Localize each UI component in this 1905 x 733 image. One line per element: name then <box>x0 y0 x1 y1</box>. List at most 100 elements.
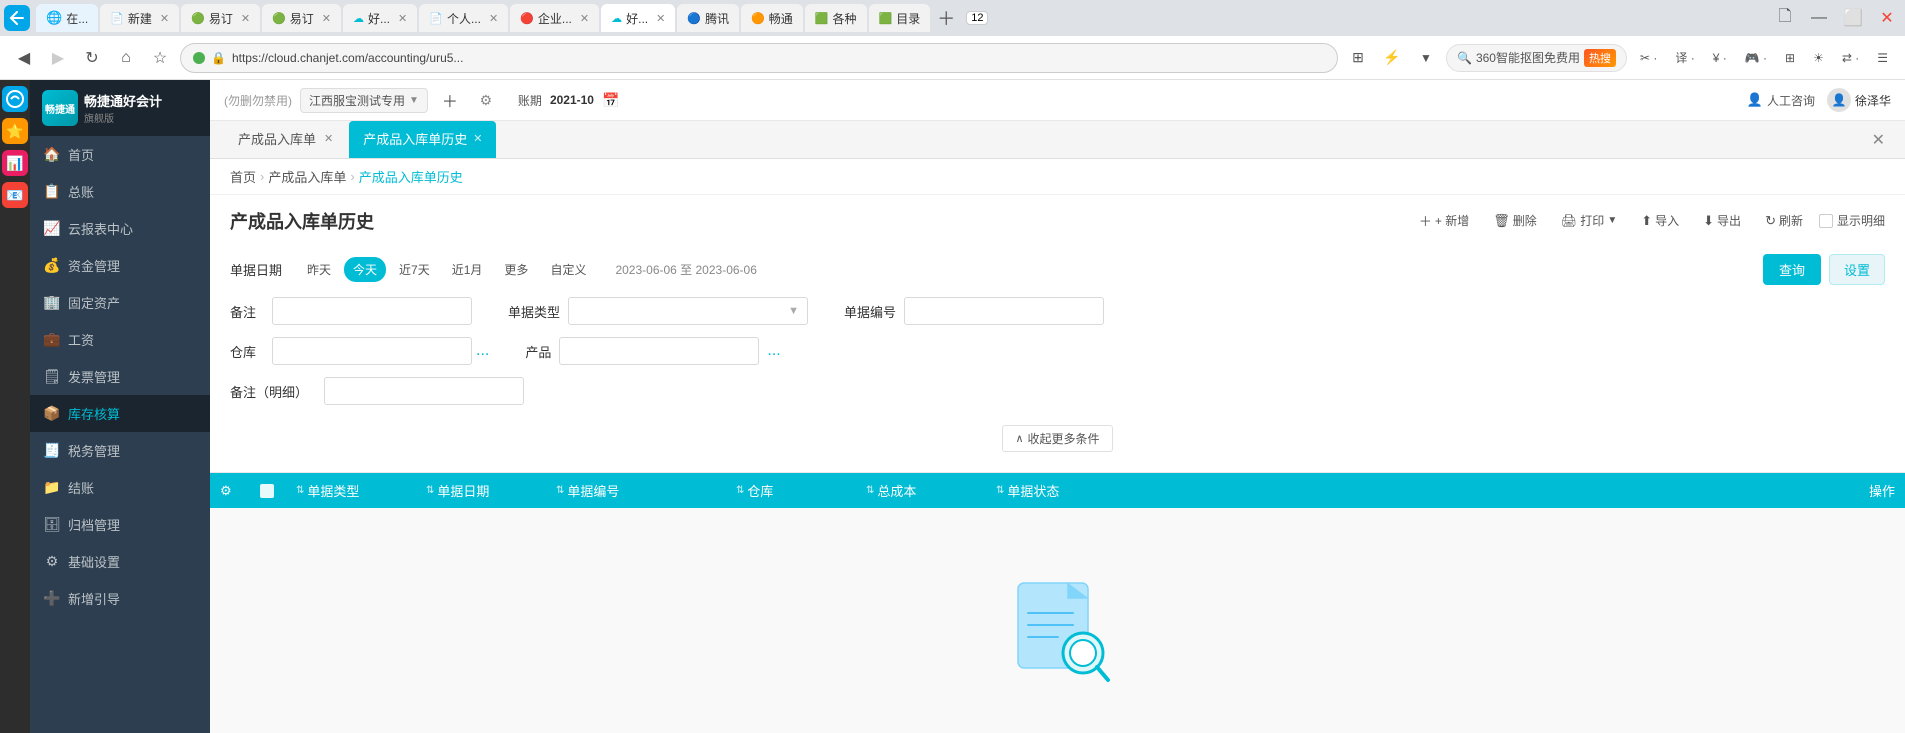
remark-detail-input[interactable] <box>324 377 524 405</box>
browser-tab-10[interactable]: 🟠 畅通 <box>741 4 803 32</box>
browser-tab-3[interactable]: 🟢 易订 ✕ <box>181 4 260 32</box>
email-app-icon[interactable]: 📧 <box>2 182 28 208</box>
sync-tool[interactable]: ⇄ · <box>1835 48 1866 68</box>
product-input[interactable] <box>559 337 759 365</box>
sidebar-item-archive[interactable]: 🗄 归档管理 <box>30 506 210 543</box>
import-button[interactable]: ⬆ 导入 <box>1633 208 1687 233</box>
browser-tab-1[interactable]: 🌐 在... <box>36 4 98 32</box>
settings-col[interactable]: ⚙ <box>210 475 250 507</box>
lightning-icon[interactable]: ⚡ <box>1378 44 1406 72</box>
breadcrumb-home[interactable]: 首页 <box>230 167 256 186</box>
customer-service-button[interactable]: 👤 人工咨询 <box>1747 92 1815 109</box>
tab-list-close-icon[interactable]: ✕ <box>324 132 333 145</box>
breadcrumb-parent[interactable]: 产成品入库单 <box>268 167 346 186</box>
translate-tool[interactable]: 译 · <box>1668 46 1701 69</box>
sidebar-item-tax[interactable]: 🧾 税务管理 <box>30 432 210 469</box>
theme-tool[interactable]: ☀ <box>1806 48 1831 68</box>
date-btn-7days[interactable]: 近7天 <box>390 257 439 282</box>
tab-list[interactable]: 产成品入库单 ✕ <box>224 121 347 158</box>
refresh-button[interactable]: ↻ <box>78 44 106 72</box>
select-all-checkbox[interactable] <box>260 484 274 498</box>
search-box[interactable]: 🔍 360智能抠图免费用 热搜 <box>1446 44 1627 72</box>
browser-back-icon[interactable] <box>4 5 30 31</box>
menu-tool[interactable]: ☰ <box>1870 48 1895 68</box>
number-col-header[interactable]: ⇅ 单据编号 <box>546 473 726 508</box>
tab-close-4[interactable]: ✕ <box>322 12 331 25</box>
chanjet-app-icon[interactable] <box>2 86 28 112</box>
show-detail-checkbox[interactable] <box>1819 214 1833 228</box>
close-button[interactable]: ✕ <box>1873 4 1901 32</box>
date-btn-today[interactable]: 今天 <box>344 257 386 282</box>
yuan-tool[interactable]: ¥ · <box>1706 48 1734 68</box>
sidebar-item-invoice[interactable]: 🗒 发票管理 <box>30 358 210 395</box>
date-btn-custom[interactable]: 自定义 <box>541 257 595 282</box>
status-col-header[interactable]: ⇅ 单据状态 <box>986 473 1116 508</box>
maximize-button[interactable]: ⬜ <box>1839 4 1867 32</box>
browser-tab-8[interactable]: ☁ 好... ✕ <box>601 4 675 32</box>
sidebar-item-closing[interactable]: 📁 结账 <box>30 469 210 506</box>
type-select[interactable]: ▼ <box>568 297 808 325</box>
bookmark-button[interactable]: ☆ <box>146 44 174 72</box>
tab-close-6[interactable]: ✕ <box>489 12 498 25</box>
tab-close-2[interactable]: ✕ <box>160 12 169 25</box>
date-btn-more[interactable]: 更多 <box>495 257 537 282</box>
new-tab-button[interactable]: ＋ <box>932 4 960 32</box>
warehouse-dots[interactable]: ... <box>476 342 489 360</box>
date-btn-yesterday[interactable]: 昨天 <box>298 257 340 282</box>
browser-tab-9[interactable]: 🔵 腾讯 <box>677 4 739 32</box>
date-btn-1month[interactable]: 近1月 <box>443 257 492 282</box>
warehouse-input[interactable] <box>272 337 472 365</box>
restore-window-icon[interactable]: 🗋 <box>1771 4 1799 32</box>
browser-tab-11[interactable]: 🟩 各种 <box>805 4 867 32</box>
chart-app-icon[interactable]: 📊 <box>2 150 28 176</box>
browser-tab-6[interactable]: 📄 个人... ✕ <box>419 4 508 32</box>
user-profile[interactable]: 👤 徐泽华 <box>1827 88 1891 112</box>
sidebar-item-new-entry[interactable]: ➕ 新增引导 <box>30 580 210 617</box>
sidebar-item-inventory[interactable]: 📦 库存核算 <box>30 395 210 432</box>
company-settings-icon[interactable]: ⚙ <box>472 86 500 114</box>
cost-col-header[interactable]: ⇅ 总成本 <box>856 473 986 508</box>
grid-tool[interactable]: ⊞ <box>1778 48 1802 68</box>
back-button[interactable]: ◀ <box>10 44 38 72</box>
add-company-button[interactable]: ＋ <box>436 86 464 114</box>
browser-tab-2[interactable]: 📄 新建 ✕ <box>100 4 179 32</box>
type-col-header[interactable]: ⇅ 单据类型 <box>286 473 416 508</box>
forward-button[interactable]: ▶ <box>44 44 72 72</box>
tab-history[interactable]: 产成品入库单历史 ✕ <box>349 121 496 158</box>
browser-tab-12[interactable]: 🟩 目录 <box>869 4 931 32</box>
star-app-icon[interactable]: ⭐ <box>2 118 28 144</box>
checkbox-col[interactable] <box>250 476 286 506</box>
add-button[interactable]: ＋ + 新增 <box>1411 207 1477 234</box>
sidebar-item-general-ledger[interactable]: 📋 总账 <box>30 173 210 210</box>
tab-close-7[interactable]: ✕ <box>580 12 589 25</box>
export-button[interactable]: ⬇ 导出 <box>1695 208 1749 233</box>
browser-tab-5[interactable]: ☁ 好... ✕ <box>343 4 417 32</box>
close-tab-icon[interactable]: ✕ <box>1866 130 1891 150</box>
browser-tab-4[interactable]: 🟢 易订 ✕ <box>262 4 341 32</box>
sidebar-item-payroll[interactable]: 💼 工资 <box>30 321 210 358</box>
tab-close-5[interactable]: ✕ <box>398 12 407 25</box>
scissors-tool[interactable]: ✂ · <box>1633 48 1664 68</box>
sidebar-item-cloud-report[interactable]: 📈 云报表中心 <box>30 210 210 247</box>
settings-button[interactable]: 设置 <box>1829 254 1885 285</box>
collapse-button[interactable]: ∧ 收起更多条件 <box>1002 425 1112 452</box>
chevron-down-icon[interactable]: ▼ <box>1412 44 1440 72</box>
browser-tab-7[interactable]: 🔴 企业... ✕ <box>510 4 599 32</box>
print-button[interactable]: 🖨 打印 ▼ <box>1553 208 1625 233</box>
query-button[interactable]: 查询 <box>1763 254 1821 285</box>
sidebar-item-home[interactable]: 🏠 首页 <box>30 136 210 173</box>
gamepad-tool[interactable]: 🎮 · <box>1738 48 1774 68</box>
sidebar-item-fixed-assets[interactable]: 🏢 固定资产 <box>30 284 210 321</box>
tab-history-close-icon[interactable]: ✕ <box>473 132 482 145</box>
address-bar[interactable]: 🔒 https://cloud.chanjet.com/accounting/u… <box>180 43 1338 73</box>
refresh-button[interactable]: ↻ 刷新 <box>1757 208 1811 233</box>
remark-input[interactable] <box>272 297 472 325</box>
tab-close-8[interactable]: ✕ <box>656 12 665 25</box>
extension-grid-icon[interactable]: ⊞ <box>1344 44 1372 72</box>
date-col-header[interactable]: ⇅ 单据日期 <box>416 473 546 508</box>
calendar-icon[interactable]: 📅 <box>602 92 619 109</box>
tab-close-3[interactable]: ✕ <box>241 12 250 25</box>
minimize-button[interactable]: — <box>1805 4 1833 32</box>
delete-button[interactable]: 🗑 删除 <box>1485 208 1545 233</box>
sidebar-item-settings[interactable]: ⚙ 基础设置 <box>30 543 210 580</box>
